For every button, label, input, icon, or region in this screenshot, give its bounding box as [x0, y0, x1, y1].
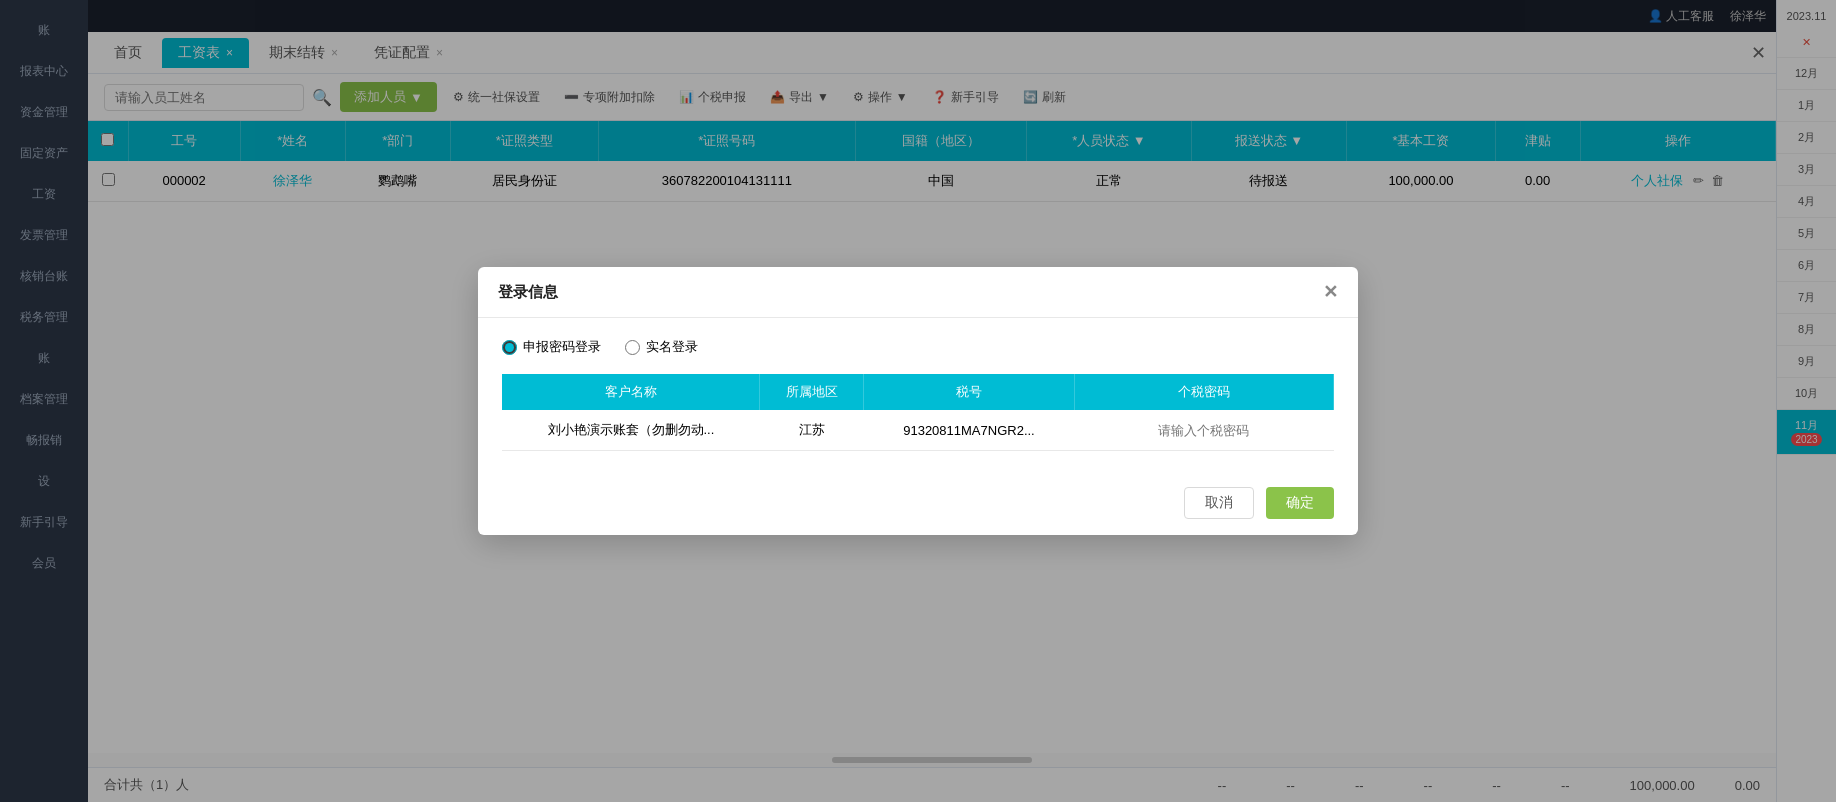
tax-password-input[interactable] [1086, 423, 1321, 438]
col-tax-number: 税号 [864, 374, 1074, 410]
login-type-radio-group: 申报密码登录 实名登录 [502, 338, 1334, 356]
modal-body: 申报密码登录 实名登录 客户名称 所属地区 税号 个税密码 [478, 318, 1358, 471]
cell-client-name: 刘小艳演示账套（勿删勿动... [502, 410, 760, 450]
password-login-radio-label[interactable]: 申报密码登录 [502, 338, 601, 356]
col-tax-password: 个税密码 [1074, 374, 1333, 410]
realname-login-radio[interactable] [625, 340, 640, 355]
cell-region: 江苏 [760, 410, 864, 450]
password-login-radio[interactable] [502, 340, 517, 355]
login-modal: 登录信息 ✕ 申报密码登录 实名登录 客户名称 所属地区 [478, 267, 1358, 535]
col-region: 所属地区 [760, 374, 864, 410]
cell-tax-number: 91320811MA7NGR2... [864, 410, 1074, 450]
realname-login-radio-label[interactable]: 实名登录 [625, 338, 698, 356]
modal-close-button[interactable]: ✕ [1323, 281, 1338, 303]
cell-tax-password[interactable] [1074, 410, 1333, 450]
col-client-name: 客户名称 [502, 374, 760, 410]
client-table-row: 刘小艳演示账套（勿删勿动... 江苏 91320811MA7NGR2... [502, 410, 1334, 450]
confirm-button[interactable]: 确定 [1266, 487, 1334, 519]
cancel-button[interactable]: 取消 [1184, 487, 1254, 519]
modal-footer: 取消 确定 [478, 471, 1358, 535]
client-table: 客户名称 所属地区 税号 个税密码 刘小艳演示账套（勿删勿动... 江苏 913… [502, 374, 1334, 451]
modal-title: 登录信息 [498, 283, 558, 302]
modal-backdrop: 登录信息 ✕ 申报密码登录 实名登录 客户名称 所属地区 [0, 0, 1836, 802]
modal-header: 登录信息 ✕ [478, 267, 1358, 318]
